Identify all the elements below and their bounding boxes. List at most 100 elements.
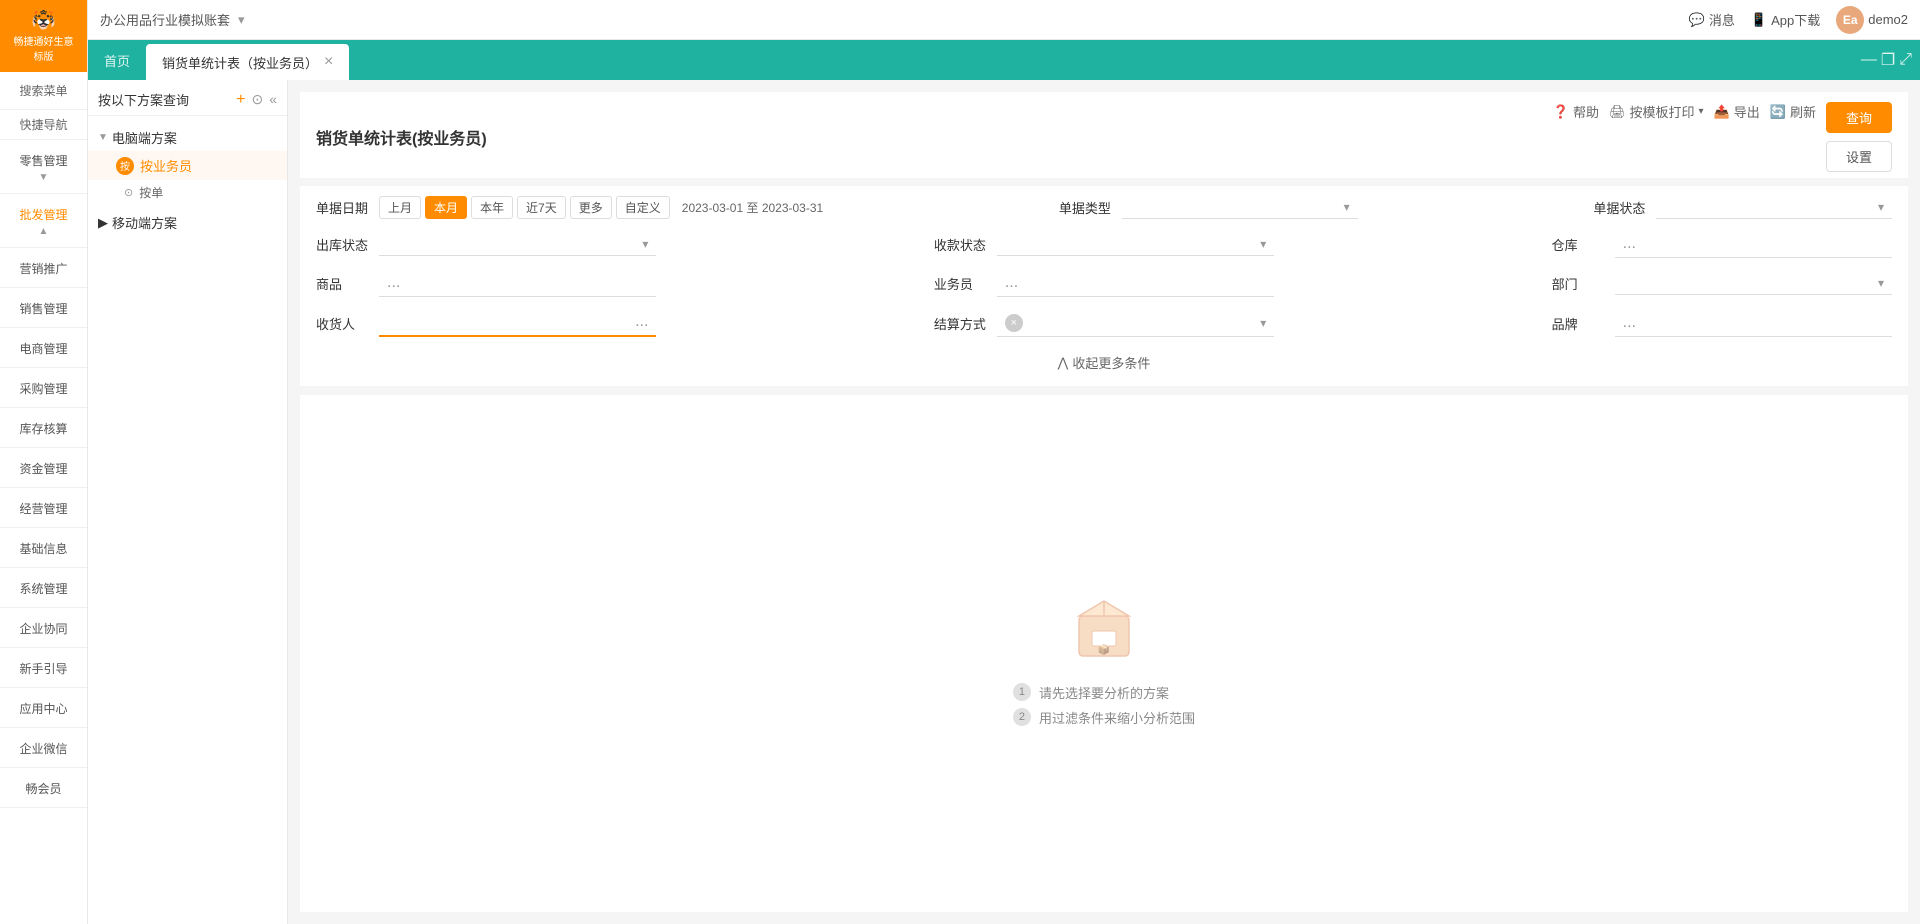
dept-select[interactable]: ▾ [1615,272,1892,295]
topbar-right: 💬 消息 📱 App下载 Ea demo2 [1689,6,1908,34]
consignee-field[interactable] [387,315,635,330]
refresh-label: 刷新 [1790,102,1816,121]
doc-type-select[interactable]: ▾ [1122,196,1358,219]
logo[interactable]: 🐯 畅捷通好生意 标版 [0,0,87,72]
filter-row-2: 出库状态 ▾ 收款状态 ▾ 仓库 ... [316,231,1892,258]
topbar-left: 办公用品行业模拟账套 ▾ [100,10,245,29]
consignee-label: 收货人 [316,314,371,333]
order-sub-label: 按单 [139,184,163,201]
tree-item-salesperson[interactable]: 按 按业务员 [88,151,287,180]
sidebar-item-wholesale[interactable]: 批发管理 ▲ [0,194,87,248]
app-name: 办公用品行业模拟账套 [100,10,230,29]
tree-arrow2-icon: ▶ [98,215,108,231]
date-btn-custom[interactable]: 自定义 [616,196,670,219]
sidebar-item-wechat[interactable]: 企业微信 [0,728,87,768]
add-scheme-icon[interactable]: + [236,91,245,109]
collapse-label: 收起更多条件 [1072,353,1150,372]
goods-select[interactable]: ... [379,270,656,297]
salesperson-dots[interactable]: ... [1005,274,1018,292]
app-download-btn[interactable]: 📱 App下载 [1751,10,1820,29]
tree-sub-item-order[interactable]: ⊙ 按单 [88,180,287,205]
avatar: Ea [1836,6,1864,34]
date-btn-last-month[interactable]: 上月 [379,196,421,219]
settlement-select[interactable]: × ▾ [997,310,1274,337]
sidebar-item-inventory[interactable]: 库存核算 [0,408,87,448]
page-actions: ❓ 帮助 🖨 按模板打印 ▾ 📤 导出 🔄 刷新 [1553,102,1892,172]
empty-step-1: 1 请先选择要分析的方案 [1013,683,1195,702]
svg-text:📦: 📦 [1098,643,1110,656]
tab-home[interactable]: 首页 [88,40,146,80]
step1-num: 1 [1013,683,1031,701]
sidebar-item-member[interactable]: 畅会员 [0,768,87,808]
warehouse-select[interactable]: ... [1615,231,1892,258]
message-btn[interactable]: 💬 消息 [1689,10,1735,29]
brand-select[interactable]: ... [1615,310,1892,337]
scheme-title: 按以下方案查询 [98,90,189,109]
date-btn-this-year[interactable]: 本年 [471,196,513,219]
dropdown-icon[interactable]: ▾ [238,12,245,28]
payment-arrow-icon: ▾ [1260,237,1266,251]
sidebar: 🐯 畅捷通好生意 标版 搜索菜单 快捷导航 零售管理 ▼ 批发管理 ▲ 营销推广… [0,0,88,924]
refresh-btn[interactable]: 🔄 刷新 [1770,102,1816,121]
salesperson-select[interactable]: ... [997,270,1274,297]
salesperson-label: 按业务员 [140,156,192,175]
chevron-icon: ▲ [39,226,49,237]
user-profile[interactable]: Ea demo2 [1836,6,1908,34]
collapse-scheme-icon[interactable]: « [269,91,277,109]
minimize-icon[interactable]: — [1861,51,1877,69]
sidebar-item-operation[interactable]: 经营管理 [0,488,87,528]
sidebar-item-retail[interactable]: 零售管理 ▼ [0,140,87,194]
filter-row-3: 商品 ... 业务员 ... 部门 ▾ [316,270,1892,297]
settings-scheme-icon[interactable]: ⊙ [251,91,263,109]
doc-status-label: 单据状态 [1593,198,1648,217]
restore-icon[interactable]: ❐ [1881,50,1895,70]
doc-status-select[interactable]: ▾ [1656,196,1892,219]
payment-select[interactable]: ▾ [997,233,1274,256]
shipment-select[interactable]: ▾ [379,233,656,256]
print-btn[interactable]: 🖨 按模板打印 ▾ [1609,102,1704,121]
settlement-clear-icon[interactable]: × [1005,314,1023,332]
tab-close-icon[interactable]: × [324,54,333,70]
sidebar-item-finance[interactable]: 资金管理 [0,448,87,488]
doc-status-arrow-icon: ▾ [1878,200,1884,214]
tree-group-mobile-header[interactable]: ▶ 移动端方案 [88,209,287,236]
sidebar-item-marketing[interactable]: 营销推广 [0,248,87,288]
username: demo2 [1868,12,1908,27]
empty-icon: 📦 [1059,581,1149,671]
sidebar-item-appstore[interactable]: 应用中心 [0,688,87,728]
sidebar-item-guide[interactable]: 新手引导 [0,648,87,688]
sidebar-item-purchase[interactable]: 采购管理 [0,368,87,408]
tab-sales-report[interactable]: 销货单统计表（按业务员） × [146,44,349,80]
doc-type-arrow-icon: ▾ [1344,200,1350,214]
tab-sales-report-label: 销货单统计表（按业务员） [162,53,318,72]
query-button[interactable]: 查询 [1826,102,1892,133]
goods-dots[interactable]: ... [387,274,400,292]
brand-dots[interactable]: ... [1623,314,1636,332]
export-icon: 📤 [1714,104,1730,120]
warehouse-dots[interactable]: ... [1623,235,1636,253]
sidebar-item-basic[interactable]: 基础信息 [0,528,87,568]
help-btn[interactable]: ❓ 帮助 [1553,102,1599,121]
search-menu[interactable]: 搜索菜单 [0,72,87,110]
settings-button[interactable]: 设置 [1826,141,1892,172]
step2-num: 2 [1013,708,1031,726]
sidebar-item-system[interactable]: 系统管理 [0,568,87,608]
consignee-dots[interactable]: ... [635,313,648,331]
refresh-icon: 🔄 [1770,104,1786,120]
maximize-icon[interactable]: ⤢ [1899,51,1912,69]
quick-nav[interactable]: 快捷导航 [0,110,87,140]
consignee-input[interactable]: ... [379,309,656,337]
date-btn-this-month[interactable]: 本月 [425,196,467,219]
filter-row-1: 单据日期 上月 本月 本年 近7天 更多 自定义 2023-03-01 至 20… [316,196,1892,219]
date-buttons: 上月 本月 本年 近7天 更多 自定义 [379,196,670,219]
date-btn-more[interactable]: 更多 [570,196,612,219]
sidebar-item-sales[interactable]: 销售管理 [0,288,87,328]
sidebar-item-company[interactable]: 企业协同 [0,608,87,648]
content-body: 按以下方案查询 + ⊙ « ▼ 电脑端方案 按 按业务员 [88,80,1920,924]
sidebar-item-ecommerce[interactable]: 电商管理 [0,328,87,368]
date-btn-7days[interactable]: 近7天 [517,196,566,219]
tree-group-desktop-header[interactable]: ▼ 电脑端方案 [88,124,287,151]
download-icon: 📱 [1751,12,1767,28]
export-btn[interactable]: 📤 导出 [1714,102,1760,121]
collapse-btn[interactable]: ⋀ 收起更多条件 [316,349,1892,376]
